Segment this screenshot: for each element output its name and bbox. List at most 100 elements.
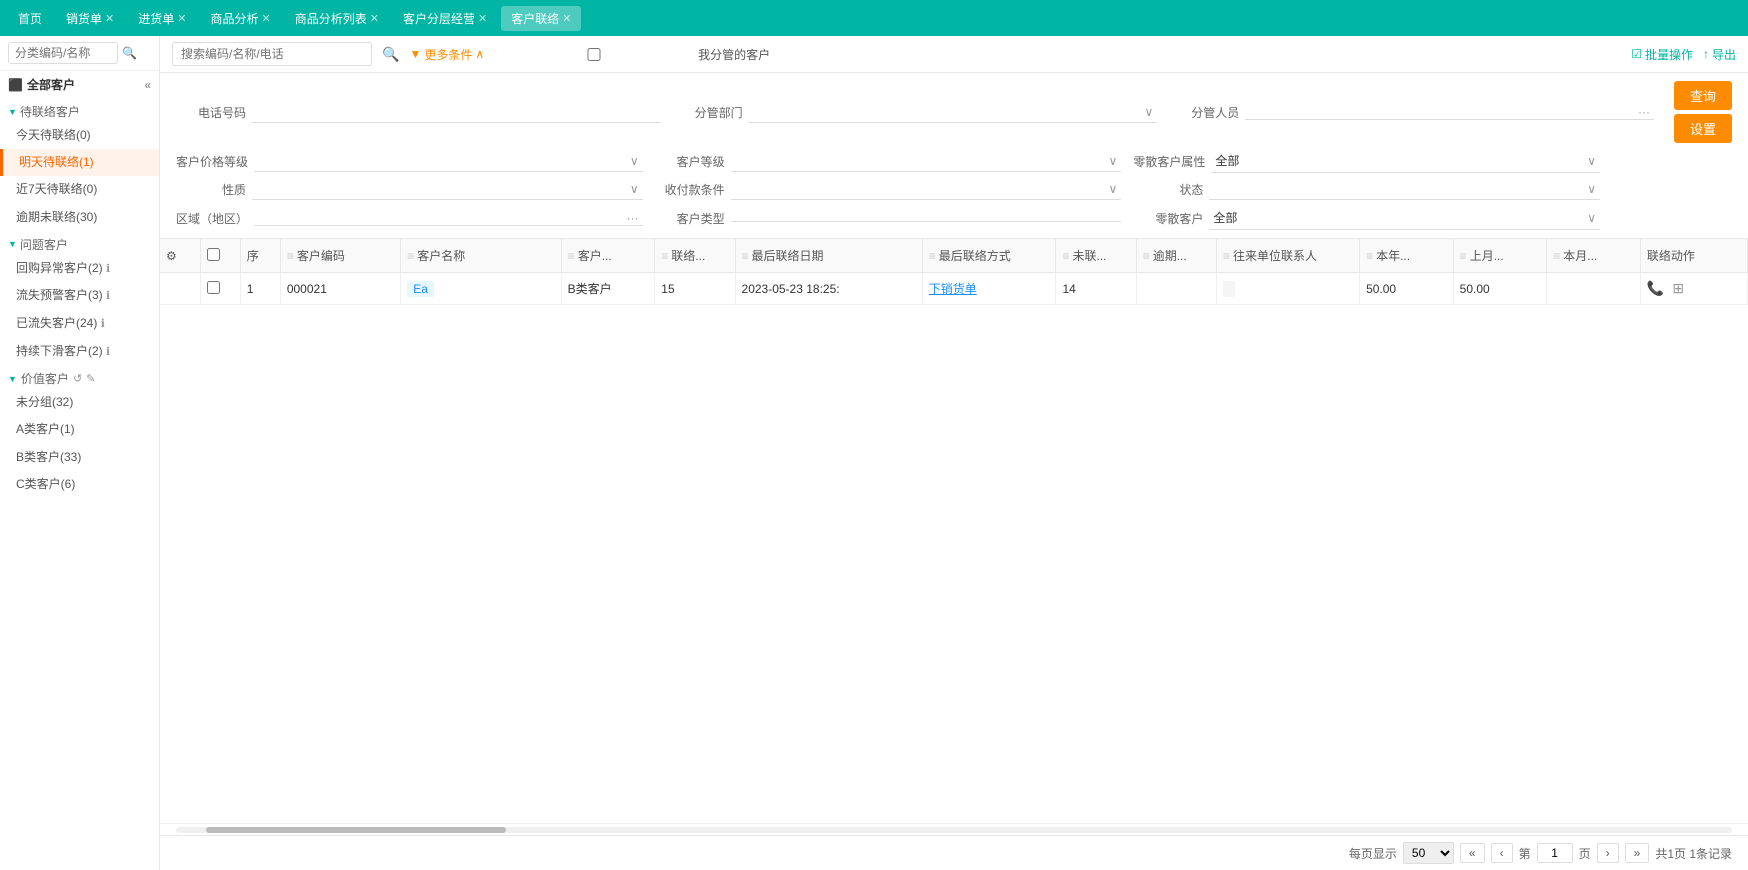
sidebar: 🔍 ⬛ 全部客户 « 待联络客户 今天待联络(0) 明天待联络(1) 近7天待联… xyxy=(0,36,160,870)
price-level-select[interactable]: ∨ xyxy=(254,151,643,172)
region-label: 区域（地区） xyxy=(176,210,248,227)
sidebar-search-area: 🔍 xyxy=(0,36,159,71)
payment-select[interactable]: ∨ xyxy=(731,179,1122,200)
customer-type-select[interactable] xyxy=(731,215,1122,222)
row-contact-count: 15 xyxy=(655,273,735,305)
col-name-sort-icon: ≡ xyxy=(407,249,414,263)
price-level-chevron-icon: ∨ xyxy=(630,154,639,168)
col-date-sort-icon: ≡ xyxy=(742,249,749,263)
group-problem-customers[interactable]: 问题客户 xyxy=(0,231,159,255)
row-name: Ea xyxy=(401,273,561,305)
col-unitcontact-sort-icon: ≡ xyxy=(1223,249,1230,263)
first-page-btn[interactable]: « xyxy=(1460,843,1485,863)
row-this-year: 50.00 xyxy=(1360,273,1454,305)
sidebar-item-b-class[interactable]: B类客户(33) xyxy=(0,444,159,471)
customer-type-label: 客户类型 xyxy=(655,210,725,227)
gender-select[interactable]: ∨ xyxy=(252,179,643,200)
adv-row-2: 客户价格等级 ∨ 客户等级 ∨ 零散客户属性 全部 xyxy=(176,149,1732,173)
col-thismonth-sort-icon: ≡ xyxy=(1553,249,1560,263)
settings-button[interactable]: 设置 xyxy=(1674,114,1732,143)
nav-customer-contact-close[interactable]: ✕ xyxy=(562,12,571,25)
sidebar-item-overdue-contact[interactable]: 逾期未联络(30) xyxy=(0,204,159,231)
retail-customer-field: 零散客户 全部 ∨ xyxy=(1133,206,1600,230)
advanced-filter-panel: 电话号码 分管部门 ∨ 分管人员 ··· 查询 xyxy=(160,73,1748,239)
nav-analysis-close[interactable]: ✕ xyxy=(262,12,271,25)
sidebar-item-declining[interactable]: 持续下滑客户(2) ℹ xyxy=(0,338,159,366)
sidebar-collapse-icon[interactable]: « xyxy=(144,78,151,92)
nav-home[interactable]: 首页 xyxy=(8,6,52,31)
dept-label: 分管部门 xyxy=(673,104,743,121)
nav-customer-tier-close[interactable]: ✕ xyxy=(478,12,487,25)
row-settings xyxy=(160,273,200,305)
horizontal-scrollbar[interactable] xyxy=(160,823,1748,835)
nav-analysis[interactable]: 商品分析 ✕ xyxy=(200,6,280,31)
dept-field: 分管部门 ∨ xyxy=(673,102,1158,123)
customer-level-field: 客户等级 ∨ xyxy=(655,151,1122,172)
retail-customer-select[interactable]: 全部 ∨ xyxy=(1209,206,1600,230)
batch-operation-btn[interactable]: ☑ 批量操作 xyxy=(1631,46,1693,63)
my-customers-checkbox-label: 我分管的客户 xyxy=(494,46,770,63)
status-select[interactable]: ∨ xyxy=(1209,179,1600,200)
sidebar-item-c-class[interactable]: C类客户(6) xyxy=(0,471,159,498)
query-button[interactable]: 查询 xyxy=(1674,81,1732,110)
sidebar-item-churned[interactable]: 已流失客户(24) ℹ xyxy=(0,310,159,338)
row-code: 000021 xyxy=(280,273,400,305)
per-page-select[interactable]: 50 100 200 xyxy=(1403,842,1454,864)
manager-dots-icon[interactable]: ··· xyxy=(1634,105,1654,119)
export-btn[interactable]: ↑ 导出 xyxy=(1703,46,1736,63)
sidebar-item-a-class[interactable]: A类客户(1) xyxy=(0,416,159,443)
col-method-sort-icon: ≡ xyxy=(929,249,936,263)
col-name: ≡ 客户名称 xyxy=(401,239,561,273)
adv-row-3: 性质 ∨ 收付款条件 ∨ 状态 xyxy=(176,179,1732,200)
region-dots-icon[interactable]: ··· xyxy=(623,211,643,225)
retail-attr-select[interactable]: 全部 ∨ xyxy=(1211,149,1600,173)
last-page-btn[interactable]: » xyxy=(1625,843,1650,863)
row-select-checkbox[interactable] xyxy=(207,281,220,294)
next-page-btn[interactable]: › xyxy=(1597,843,1619,863)
sidebar-item-tomorrow[interactable]: 明天待联络(1) xyxy=(0,149,159,176)
action-grid-icon[interactable]: ⊞ xyxy=(1672,280,1684,297)
nav-analysis-list-close[interactable]: ✕ xyxy=(370,12,379,25)
gender-chevron-icon: ∨ xyxy=(630,182,639,196)
page-input[interactable] xyxy=(1537,843,1573,863)
row-last-month: 50.00 xyxy=(1453,273,1547,305)
row-last-contact-date: 2023-05-23 18:25: xyxy=(735,273,922,305)
nav-customer-contact[interactable]: 客户联络 ✕ xyxy=(501,6,581,31)
sidebar-item-7days[interactable]: 近7天待联络(0) xyxy=(0,176,159,203)
sidebar-search-input[interactable] xyxy=(8,42,118,64)
nav-customer-tier[interactable]: 客户分层经营 ✕ xyxy=(393,6,497,31)
row-checkbox xyxy=(200,273,240,305)
price-level-label: 客户价格等级 xyxy=(176,153,248,170)
search-icon[interactable]: 🔍 xyxy=(382,46,399,63)
group-value-customers[interactable]: 价值客户 ↺ ✎ xyxy=(0,365,159,389)
select-all-checkbox[interactable] xyxy=(207,248,220,261)
prev-page-btn[interactable]: ‹ xyxy=(1491,843,1513,863)
dept-select[interactable]: ∨ xyxy=(749,102,1158,123)
phone-input[interactable] xyxy=(252,102,661,123)
gear-icon[interactable] xyxy=(166,249,177,263)
col-last-contact-method: ≡ 最后联络方式 xyxy=(922,239,1056,273)
nav-sales-close[interactable]: ✕ xyxy=(105,12,114,25)
status-chevron-icon: ∨ xyxy=(1587,182,1596,196)
scroll-track[interactable] xyxy=(176,827,1732,833)
scroll-thumb[interactable] xyxy=(206,827,506,833)
nav-purchase-close[interactable]: ✕ xyxy=(177,12,186,25)
action-phone-icon[interactable]: 📞 xyxy=(1647,280,1664,297)
more-conditions-btn[interactable]: ▼ 更多条件 ∧ xyxy=(409,46,484,63)
row-no-contact: 14 xyxy=(1056,273,1136,305)
nav-analysis-list[interactable]: 商品分析列表 ✕ xyxy=(285,6,389,31)
status-label: 状态 xyxy=(1133,181,1203,198)
customer-level-select[interactable]: ∨ xyxy=(731,151,1122,172)
sidebar-search-icon[interactable]: 🔍 xyxy=(122,46,137,60)
group-pending-contact[interactable]: 待联络客户 xyxy=(0,98,159,122)
nav-purchase[interactable]: 进货单 ✕ xyxy=(128,6,196,31)
sidebar-item-today[interactable]: 今天待联络(0) xyxy=(0,122,159,149)
sidebar-item-churn-risk[interactable]: 流失预警客户(3) ℹ xyxy=(0,282,159,310)
my-customers-checkbox[interactable] xyxy=(494,48,694,61)
all-customers-header[interactable]: ⬛ 全部客户 « xyxy=(0,71,159,98)
sidebar-item-ungrouped[interactable]: 未分组(32) xyxy=(0,389,159,416)
sidebar-item-repurchase[interactable]: 回购异常客户(2) ℹ xyxy=(0,255,159,283)
nav-sales[interactable]: 销货单 ✕ xyxy=(56,6,124,31)
search-input[interactable] xyxy=(172,42,372,66)
last-contact-link[interactable]: 下销货单 xyxy=(929,282,977,296)
